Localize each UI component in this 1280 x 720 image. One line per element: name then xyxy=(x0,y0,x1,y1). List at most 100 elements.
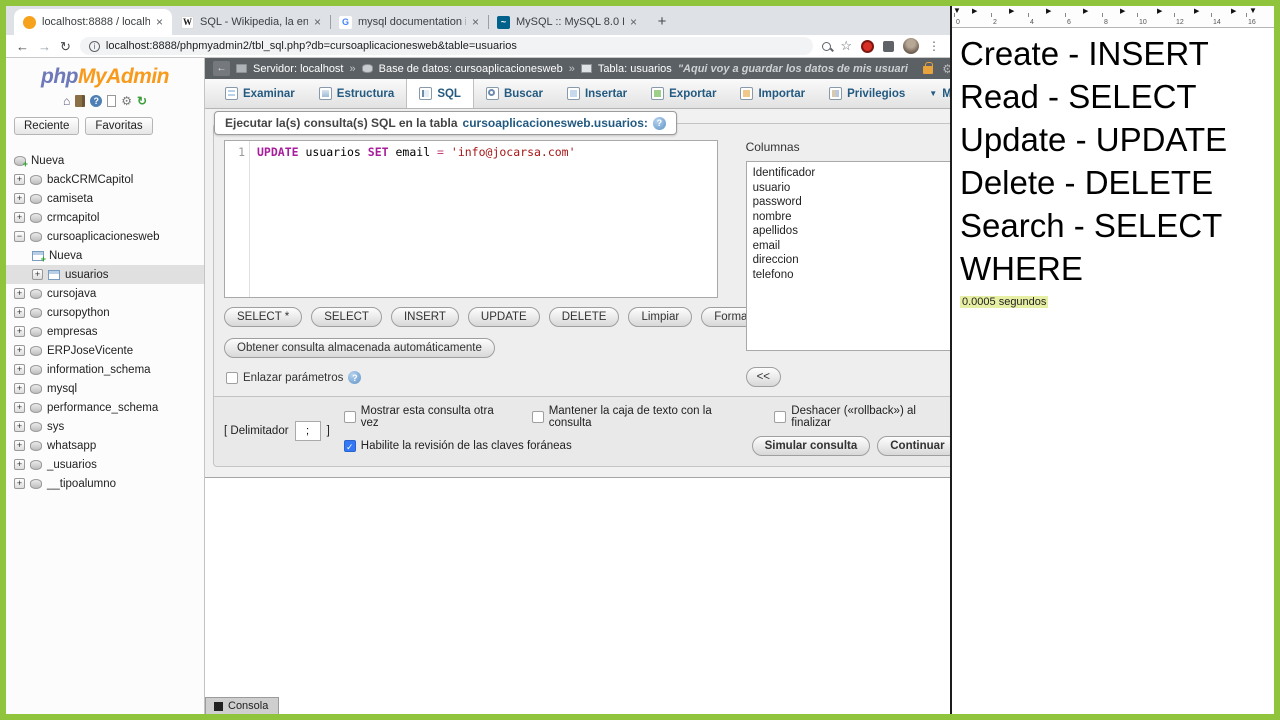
tree-item-cursopython[interactable]: + cursopython xyxy=(6,303,204,322)
tree-item-whatsapp[interactable]: + whatsapp xyxy=(6,436,204,455)
logout-door-icon[interactable] xyxy=(75,95,86,107)
expand-icon[interactable]: + xyxy=(14,288,25,299)
tab-estructura[interactable]: Estructura xyxy=(307,79,407,108)
retain-textbox-option[interactable]: Mantener la caja de texto con la consult… xyxy=(531,405,757,429)
expand-icon[interactable]: + xyxy=(14,326,25,337)
browser-tab-phpmyadmin[interactable]: localhost:8888 / localhost / cu × xyxy=(14,9,172,35)
column-option[interactable]: direccion xyxy=(747,253,957,268)
update-button[interactable]: UPDATE xyxy=(467,307,540,327)
expand-icon[interactable]: + xyxy=(32,269,43,280)
browser-tab-mysql-docs[interactable]: ~ MySQL :: MySQL 8.0 Referenc × xyxy=(488,9,646,35)
tab-sql[interactable]: SQL xyxy=(406,79,474,108)
home-icon[interactable]: ⌂ xyxy=(63,95,70,107)
fk-checks-checkbox[interactable] xyxy=(343,440,356,452)
show-query-checkbox[interactable] xyxy=(343,411,356,423)
tab-close-icon[interactable]: × xyxy=(314,15,321,29)
sql-editor[interactable]: 1 UPDATE usuarios SET email = 'info@joca… xyxy=(224,140,718,298)
tab-privilegios[interactable]: Privilegios xyxy=(817,79,917,108)
bind-params-checkbox[interactable] xyxy=(226,371,238,384)
adblock-extension-icon[interactable] xyxy=(861,39,874,53)
clear-button[interactable]: Limpiar xyxy=(628,307,693,327)
select-button[interactable]: SELECT xyxy=(311,307,382,327)
documentation-icon[interactable] xyxy=(107,95,117,107)
delete-button[interactable]: DELETE xyxy=(548,307,620,327)
tree-item-crmcapitol[interactable]: + crmcapitol xyxy=(6,208,204,227)
expand-icon[interactable]: + xyxy=(14,345,25,356)
tree-item-information-schema[interactable]: + information_schema xyxy=(6,360,204,379)
insert-column-button[interactable]: << xyxy=(745,367,781,387)
column-option[interactable]: Identificador xyxy=(747,166,957,181)
column-option[interactable]: nombre xyxy=(747,210,957,225)
tree-item-tipoalumno[interactable]: + __tipoalumno xyxy=(6,474,204,493)
fk-checks-option[interactable]: Habilite la revisión de las claves forán… xyxy=(343,440,572,452)
column-option[interactable]: telefono xyxy=(747,268,957,283)
ruler-tab-stop-icon[interactable] xyxy=(1120,7,1125,15)
tree-item-new-database[interactable]: Nueva xyxy=(6,151,204,170)
tab-buscar[interactable]: Buscar xyxy=(474,79,555,108)
site-info-icon[interactable]: i xyxy=(88,40,100,52)
expand-icon[interactable]: + xyxy=(14,212,25,223)
browser-tab-google[interactable]: G mysql documentation insert - × xyxy=(330,9,488,35)
tab-insertar[interactable]: Insertar xyxy=(555,79,639,108)
tree-item-camiseta[interactable]: + camiseta xyxy=(6,189,204,208)
tree-item-usuarios-db[interactable]: + _usuarios xyxy=(6,455,204,474)
ruler-tab-stop-icon[interactable] xyxy=(1157,7,1162,15)
tree-item-backcrmcapitol[interactable]: + backCRMCapitol xyxy=(6,170,204,189)
ruler-right-indent-marker-icon[interactable] xyxy=(1249,6,1257,15)
retain-textbox-checkbox[interactable] xyxy=(531,411,544,423)
sql-code[interactable]: UPDATE usuarios SET email = 'info@jocars… xyxy=(250,141,583,297)
column-option[interactable]: usuario xyxy=(747,181,957,196)
ruler-tab-stop-icon[interactable] xyxy=(1009,7,1014,15)
profile-avatar[interactable] xyxy=(903,38,919,54)
ruler-tab-stop-icon[interactable] xyxy=(1231,7,1236,15)
tree-item-new-table[interactable]: Nueva xyxy=(6,246,204,265)
breadcrumb-table[interactable]: Tabla: usuarios xyxy=(598,63,672,75)
collapse-icon[interactable]: − xyxy=(14,231,25,242)
tree-item-usuarios[interactable]: + usuarios xyxy=(6,265,204,284)
expand-icon[interactable]: + xyxy=(14,174,25,185)
browser-menu-icon[interactable]: ⋮ xyxy=(928,39,940,53)
recent-tables-button[interactable]: Reciente xyxy=(14,117,80,135)
console-toggle[interactable]: Consola xyxy=(205,697,280,714)
column-option[interactable]: password xyxy=(747,195,957,210)
help-icon[interactable]: ? xyxy=(652,116,666,130)
browser-tab-wikipedia[interactable]: W SQL - Wikipedia, la encicloped × xyxy=(172,9,330,35)
tree-item-cursoaplicacionesweb[interactable]: − cursoaplicacionesweb xyxy=(6,227,204,246)
url-input[interactable]: i localhost:8888/phpmyadmin2/tbl_sql.php… xyxy=(79,37,814,55)
tree-item-erpjosevicente[interactable]: + ERPJoseVicente xyxy=(6,341,204,360)
expand-icon[interactable]: + xyxy=(14,307,25,318)
help-icon[interactable]: ? xyxy=(90,95,103,107)
expand-icon[interactable]: + xyxy=(14,402,25,413)
tab-importar[interactable]: Importar xyxy=(728,79,817,108)
simulate-query-button[interactable]: Simular consulta xyxy=(751,436,871,456)
favorite-tables-button[interactable]: Favoritas xyxy=(85,117,153,135)
tab-examinar[interactable]: Examinar xyxy=(213,79,307,108)
forward-icon[interactable]: → xyxy=(38,40,51,53)
new-tab-button[interactable]: + xyxy=(650,9,674,33)
expand-icon[interactable]: + xyxy=(14,364,25,375)
tab-exportar[interactable]: Exportar xyxy=(639,79,728,108)
columns-listbox[interactable]: Identificador usuario password nombre ap… xyxy=(745,161,958,351)
help-icon[interactable]: ? xyxy=(348,371,362,384)
rollback-option[interactable]: Deshacer («rollback») al finalizar xyxy=(774,405,957,429)
tree-item-cursojava[interactable]: + cursojava xyxy=(6,284,204,303)
show-query-option[interactable]: Mostrar esta consulta otra vez xyxy=(343,405,514,429)
bookmark-star-icon[interactable]: ☆ xyxy=(840,38,852,54)
zoom-search-icon[interactable] xyxy=(822,41,832,51)
back-icon[interactable]: ← xyxy=(16,40,29,53)
expand-icon[interactable]: + xyxy=(14,193,25,204)
get-saved-query-button[interactable]: Obtener consulta almacenada automáticame… xyxy=(224,338,495,358)
tree-item-performance-schema[interactable]: + performance_schema xyxy=(6,398,204,417)
reload-icon[interactable]: ↻ xyxy=(60,40,71,53)
go-button[interactable]: Continuar xyxy=(877,436,958,456)
ruler-tab-stop-icon[interactable] xyxy=(1083,7,1088,15)
delimiter-input[interactable] xyxy=(294,420,321,441)
tree-item-sys[interactable]: + sys xyxy=(6,417,204,436)
rollback-checkbox[interactable] xyxy=(774,411,787,423)
tab-close-icon[interactable]: × xyxy=(156,15,163,29)
notes-text[interactable]: Create - INSERT Read - SELECT Update - U… xyxy=(952,28,1274,290)
ruler-tab-stop-icon[interactable] xyxy=(972,7,977,15)
column-option[interactable]: email xyxy=(747,239,957,254)
select-star-button[interactable]: SELECT * xyxy=(224,307,303,327)
ruler-tab-stop-icon[interactable] xyxy=(1046,7,1051,15)
